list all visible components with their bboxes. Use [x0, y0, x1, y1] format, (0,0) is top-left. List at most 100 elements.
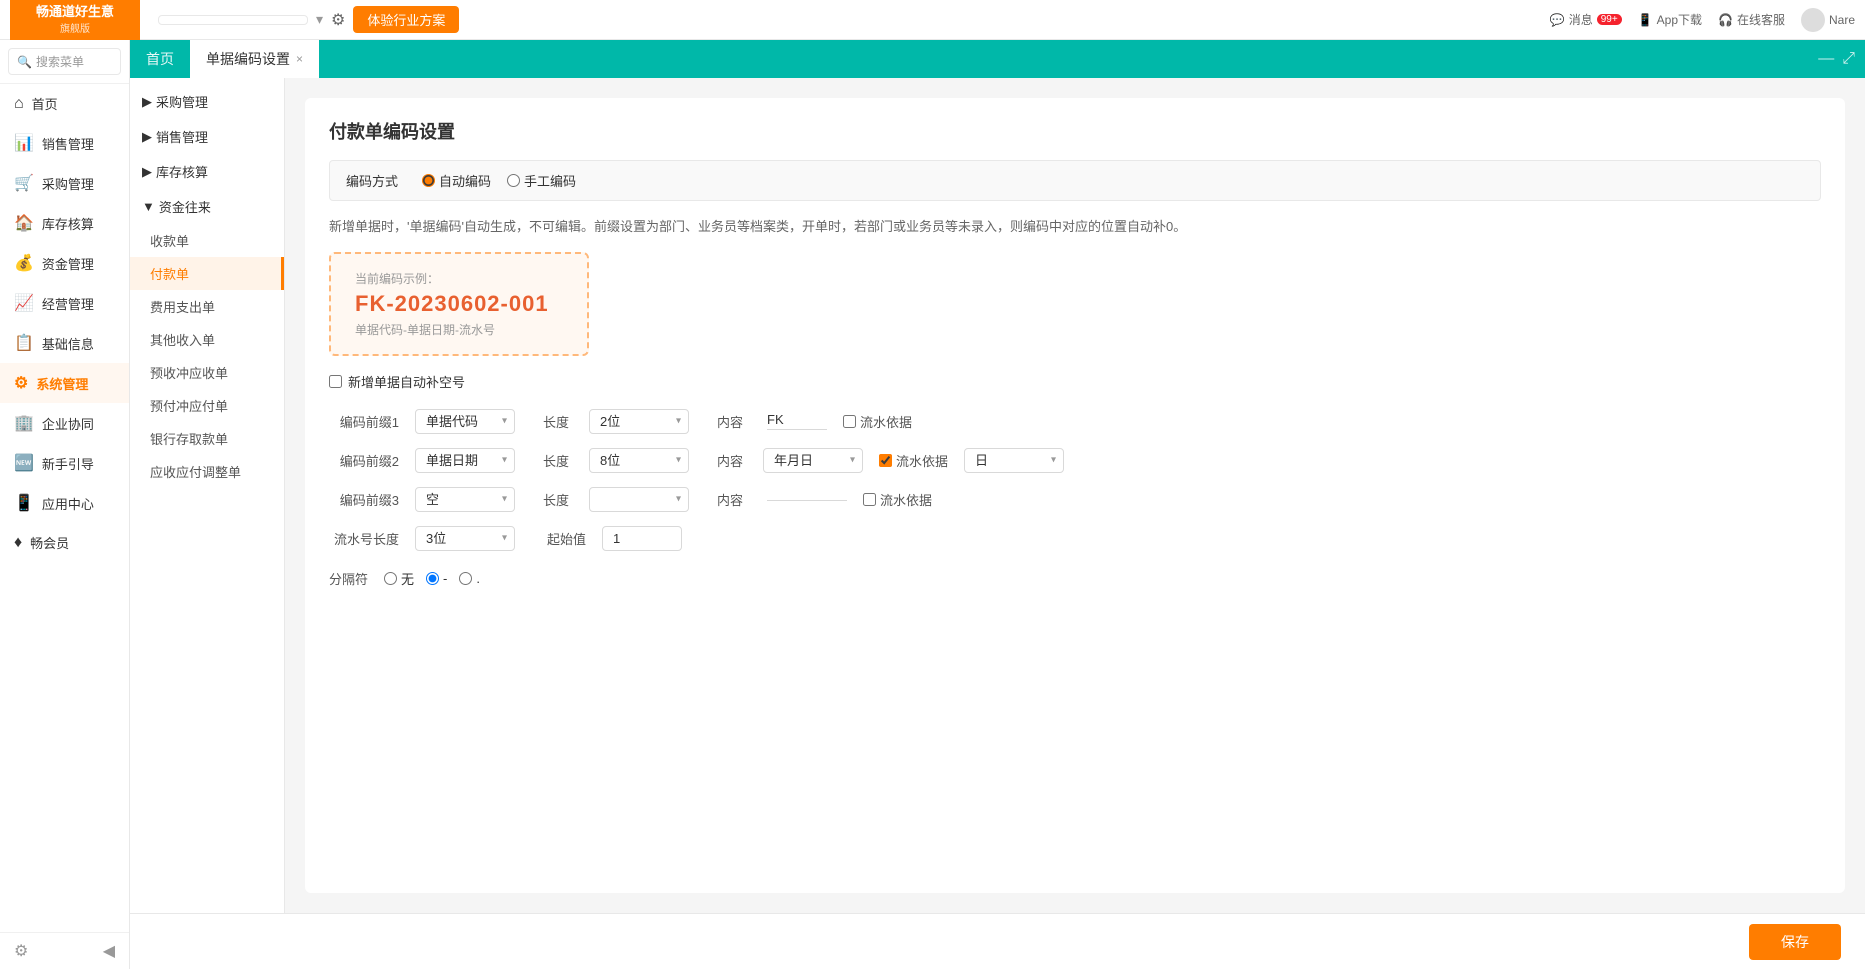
message-button[interactable]: 💬 消息 99+ — [1550, 11, 1622, 28]
nav-tabs: 首页 单据编码设置 × — ⤢ — [130, 40, 1865, 78]
submenu-item-yinhang[interactable]: 银行存取款单 — [130, 422, 284, 455]
separator-dash-option[interactable]: - — [426, 571, 447, 586]
submenu-sales-arrow: ▶ — [142, 129, 152, 145]
prefix2-serial-check: 流水依据 — [879, 451, 948, 470]
submenu-item-feiyong[interactable]: 费用支出单 — [130, 290, 284, 323]
topbar-dropdown-icon[interactable]: ▾ — [316, 11, 323, 28]
auto-encode-label: 自动编码 — [439, 171, 491, 190]
auto-encode-option[interactable]: 自动编码 — [422, 171, 491, 190]
bottom-bar: 保存 — [130, 913, 1865, 969]
prefix3-serial-checkbox[interactable] — [863, 493, 876, 506]
prefix3-serial-check: 流水依据 — [863, 490, 932, 509]
manual-encode-radio[interactable] — [507, 174, 520, 187]
autofill-checkbox[interactable] — [329, 375, 342, 388]
submenu-item-fukuan[interactable]: 付款单 — [130, 257, 284, 290]
maximize-window-icon[interactable]: ⤢ — [1842, 50, 1855, 68]
prefix1-label: 编码前缀1 — [329, 412, 399, 431]
tab-encode-settings[interactable]: 单据编码设置 × — [190, 40, 319, 78]
prefix3-select-wrapper: 空 — [415, 487, 515, 512]
online-service-button[interactable]: 🎧 在线客服 — [1718, 11, 1785, 28]
serial-length-wrapper: 3位 — [415, 526, 515, 551]
submenu-capital-title[interactable]: ▼ 资金往来 — [130, 189, 284, 224]
serial-start-input[interactable] — [602, 526, 682, 551]
manual-encode-option[interactable]: 手工编码 — [507, 171, 576, 190]
code-example-label: 当前编码示例： — [355, 270, 563, 287]
serial-length-select[interactable]: 3位 — [415, 526, 515, 551]
sidebar-item-label: 应用中心 — [42, 494, 94, 513]
sidebar-item-apps[interactable]: 📱 应用中心 — [0, 483, 129, 523]
prefix2-label: 编码前缀2 — [329, 451, 399, 470]
prefix2-content-label: 内容 — [717, 451, 743, 470]
logo-sub: 旗舰版 — [60, 20, 90, 35]
serial-start-label: 起始值 — [547, 529, 586, 548]
sidebar-item-purchase[interactable]: 🛒 采购管理 — [0, 163, 129, 203]
separator-none-radio[interactable] — [384, 572, 397, 585]
submenu-sales-title[interactable]: ▶ 销售管理 — [130, 119, 284, 154]
content-area: 首页 单据编码设置 × — ⤢ ▶ 采购管理 — [130, 40, 1865, 969]
separator-row: 分隔符 无 - . — [329, 569, 1821, 588]
submenu-item-shoukuan[interactable]: 收款单 — [130, 224, 284, 257]
experience-button[interactable]: 体验行业方案 — [353, 6, 459, 33]
minimize-window-icon[interactable]: — — [1818, 50, 1834, 68]
message-icon: 💬 — [1550, 13, 1565, 27]
sidebar-item-basic[interactable]: 📋 基础信息 — [0, 323, 129, 363]
sidebar-item-operations[interactable]: 📈 经营管理 — [0, 283, 129, 323]
prefix2-select[interactable]: 单据日期 — [415, 448, 515, 473]
submenu-inventory-title[interactable]: ▶ 库存核算 — [130, 154, 284, 189]
topbar: 畅通道好生意 旗舰版 ▾ ⚙ 体验行业方案 💬 消息 99+ 📱 App下载 🎧… — [0, 0, 1865, 40]
separator-dash-radio[interactable] — [426, 572, 439, 585]
auto-encode-radio[interactable] — [422, 174, 435, 187]
save-button[interactable]: 保存 — [1749, 924, 1841, 960]
close-tab-icon[interactable]: × — [296, 52, 303, 66]
submenu-item-yuchong-ying[interactable]: 预收冲应收单 — [130, 356, 284, 389]
separator-none-option[interactable]: 无 — [384, 569, 414, 588]
sidebar-item-inventory[interactable]: 🏠 库存核算 — [0, 203, 129, 243]
submenu-item-yingshou-adj[interactable]: 应收应付调整单 — [130, 455, 284, 488]
app-download-label: App下载 — [1657, 11, 1702, 28]
prefix2-serial-checkbox[interactable] — [879, 454, 892, 467]
submenu-group-purchase: ▶ 采购管理 — [130, 84, 284, 119]
serial-row: 流水号长度 3位 起始值 — [329, 526, 1821, 551]
sidebar-item-newguide[interactable]: 🆕 新手引导 — [0, 443, 129, 483]
encode-method-row: 编码方式 自动编码 手工编码 — [329, 160, 1821, 201]
separator-dot-option[interactable]: . — [459, 571, 480, 586]
submenu-purchase-title[interactable]: ▶ 采购管理 — [130, 84, 284, 119]
submenu-item-qitashoru[interactable]: 其他收入单 — [130, 323, 284, 356]
user-profile[interactable]: Nare — [1801, 8, 1855, 32]
sidebar-item-enterprise[interactable]: 🏢 企业协同 — [0, 403, 129, 443]
topbar-settings-icon[interactable]: ⚙ — [331, 10, 345, 30]
separator-none-label: 无 — [401, 569, 414, 588]
page-content: 付款单编码设置 编码方式 自动编码 手工编码 — [285, 78, 1865, 913]
submenu-item-yuchong-fu[interactable]: 预付冲应付单 — [130, 389, 284, 422]
prefix3-select[interactable]: 空 — [415, 487, 515, 512]
sidebar-item-finance[interactable]: 💰 资金管理 — [0, 243, 129, 283]
prefix2-serial-label: 流水依据 — [896, 451, 948, 470]
prefix1-serial-checkbox[interactable] — [843, 415, 856, 428]
prefix2-content-select[interactable]: 年月日 — [763, 448, 863, 473]
prefix2-period-select[interactable]: 日 — [964, 448, 1064, 473]
code-example-box: 当前编码示例： FK-20230602-001 单据代码-单据日期-流水号 — [329, 252, 589, 356]
system-icon: ⚙ — [14, 373, 28, 393]
separator-dot-label: . — [476, 571, 480, 586]
prefix3-length-label: 长度 — [543, 490, 569, 509]
sidebar-item-home[interactable]: ⌂ 首页 — [0, 84, 129, 123]
sidebar-settings-button[interactable]: ⚙ — [14, 941, 28, 961]
sidebar-item-system[interactable]: ⚙ 系统管理 — [0, 363, 129, 403]
autofill-label: 新增单据自动补空号 — [348, 372, 465, 391]
separator-dot-radio[interactable] — [459, 572, 472, 585]
prefix1-select[interactable]: 单据代码 — [415, 409, 515, 434]
separator-label: 分隔符 — [329, 569, 368, 588]
prefix1-length-select[interactable]: 2位 — [589, 409, 689, 434]
sidebar-collapse-button[interactable]: ◀ — [103, 941, 115, 961]
app-download-button[interactable]: 📱 App下载 — [1638, 11, 1702, 28]
prefix2-length-select[interactable]: 8位 — [589, 448, 689, 473]
prefix2-select-wrapper: 单据日期 — [415, 448, 515, 473]
inventory-icon: 🏠 — [14, 213, 34, 233]
sidebar-item-sales[interactable]: 📊 销售管理 — [0, 123, 129, 163]
search-menu-button[interactable]: 🔍 搜索菜单 — [8, 48, 121, 75]
prefix3-length-select[interactable] — [589, 487, 689, 512]
code-example-desc: 单据代码-单据日期-流水号 — [355, 321, 563, 338]
sidebar-item-member[interactable]: ♦ 畅会员 — [0, 523, 129, 562]
tab-home[interactable]: 首页 — [130, 40, 190, 78]
purchase-icon: 🛒 — [14, 173, 34, 193]
